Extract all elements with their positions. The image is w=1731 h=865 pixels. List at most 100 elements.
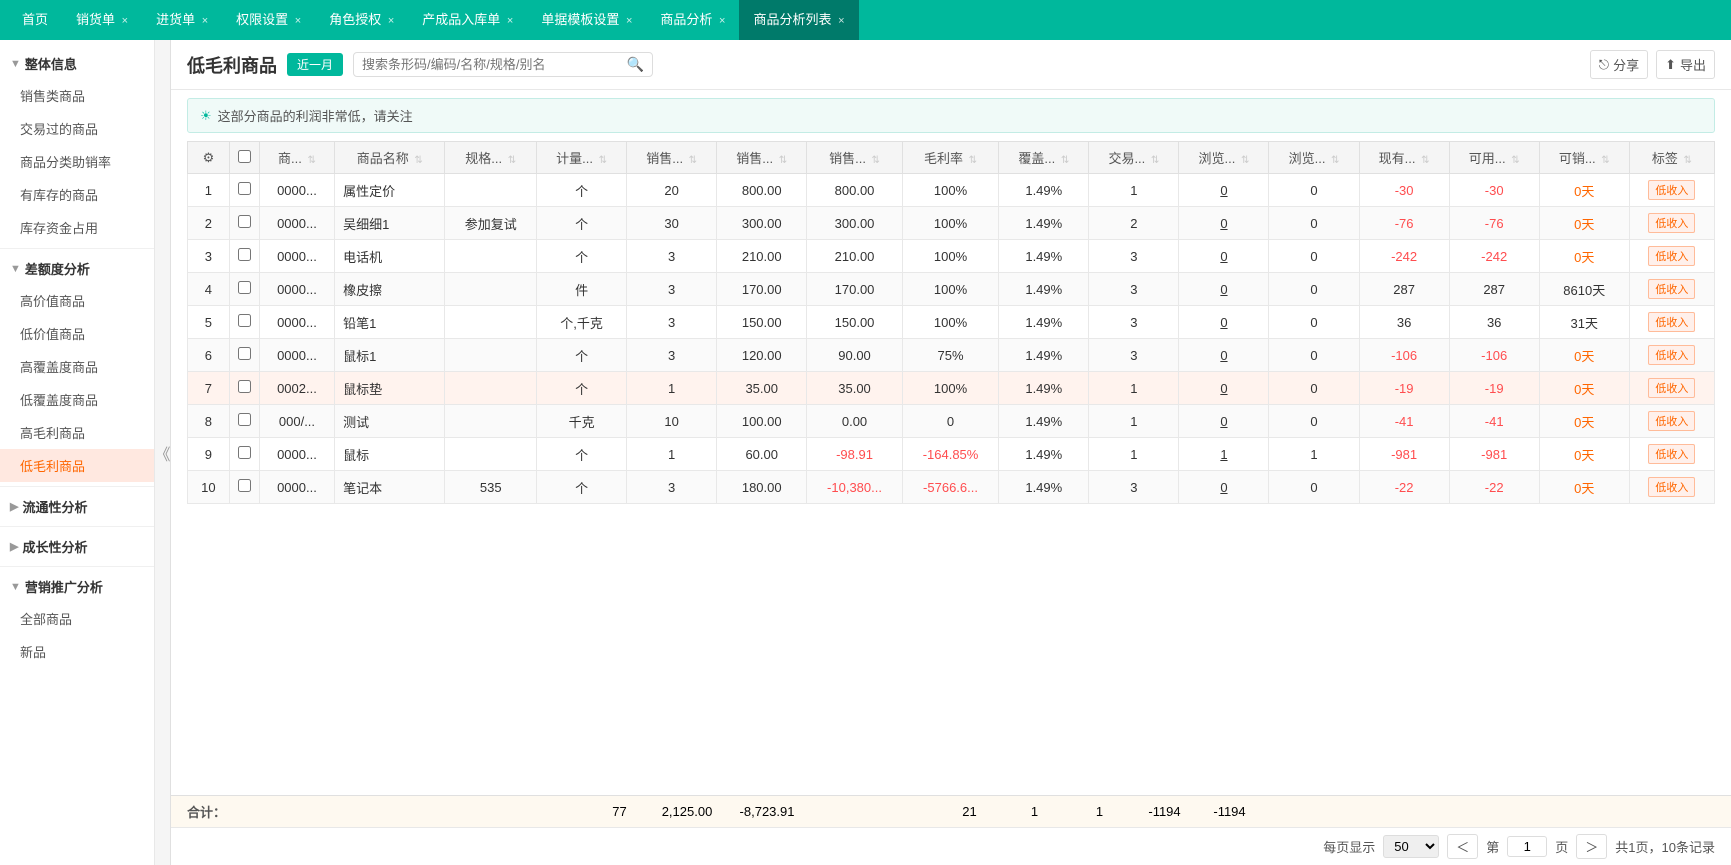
sidebar-item-sales-goods[interactable]: 销售类商品: [0, 79, 154, 112]
th-settings[interactable]: ⚙: [188, 142, 230, 174]
nav-purchase-order[interactable]: 进货单 ×: [142, 0, 222, 40]
th-sales-price[interactable]: 销售... ⇅: [717, 142, 807, 174]
sidebar-item-high-value[interactable]: 高价值商品: [0, 284, 154, 317]
nav-close-analysis[interactable]: ×: [719, 15, 725, 27]
row-checkbox[interactable]: [238, 380, 251, 393]
row-checkbox[interactable]: [238, 479, 251, 492]
nav-goods-analysis-list[interactable]: 商品分析列表 ×: [739, 0, 858, 40]
cell-checkbox[interactable]: [229, 306, 259, 339]
th-code[interactable]: 商... ⇅: [259, 142, 334, 174]
nav-role-auth[interactable]: 角色授权 ×: [315, 0, 408, 40]
sidebar-item-category-rate[interactable]: 商品分类助销率: [0, 145, 154, 178]
sidebar-item-low-value[interactable]: 低价值商品: [0, 317, 154, 350]
th-spec[interactable]: 规格... ⇅: [445, 142, 537, 174]
cell-checkbox[interactable]: [229, 471, 259, 504]
cell-checkbox[interactable]: [229, 207, 259, 240]
sidebar-item-new-goods[interactable]: 新品: [0, 635, 154, 668]
sidebar-group-margin[interactable]: ▼ 差额度分析: [0, 253, 154, 284]
nav-close-role[interactable]: ×: [388, 15, 394, 27]
cell-browse1[interactable]: 0: [1179, 306, 1269, 339]
th-checkbox[interactable]: [229, 142, 259, 174]
sidebar-item-all-goods[interactable]: 全部商品: [0, 602, 154, 635]
nav-goods-analysis[interactable]: 商品分析 ×: [646, 0, 739, 40]
row-checkbox[interactable]: [238, 215, 251, 228]
cell-checkbox[interactable]: [229, 405, 259, 438]
cell-browse1[interactable]: 0: [1179, 372, 1269, 405]
sidebar-item-low-margin[interactable]: 低毛利商品: [0, 449, 154, 482]
row-checkbox[interactable]: [238, 446, 251, 459]
sidebar-item-inventory-value[interactable]: 库存资金占用: [0, 211, 154, 244]
export-button[interactable]: ⬆ 导出: [1656, 50, 1715, 79]
cell-browse1[interactable]: 0: [1179, 273, 1269, 306]
cell-sales-qty: 3: [627, 339, 717, 372]
th-tag[interactable]: 标签 ⇅: [1629, 142, 1714, 174]
sidebar-group-overall-label: 整体信息: [25, 54, 77, 73]
cell-sellable: 0天: [1539, 240, 1629, 273]
sidebar-item-in-stock[interactable]: 有库存的商品: [0, 178, 154, 211]
th-gross-margin[interactable]: 毛利率 ⇅: [902, 142, 998, 174]
row-checkbox[interactable]: [238, 413, 251, 426]
th-sales-profit[interactable]: 销售... ⇅: [807, 142, 903, 174]
nav-close-purchase[interactable]: ×: [202, 15, 208, 27]
nav-close-product[interactable]: ×: [507, 15, 513, 27]
page-number-input[interactable]: [1507, 836, 1547, 857]
th-sales-qty[interactable]: 销售... ⇅: [627, 142, 717, 174]
search-input[interactable]: [362, 57, 627, 72]
cell-browse1[interactable]: 0: [1179, 174, 1269, 207]
th-available[interactable]: 可用... ⇅: [1449, 142, 1539, 174]
row-checkbox[interactable]: [238, 182, 251, 195]
cell-checkbox[interactable]: [229, 273, 259, 306]
sidebar-item-high-coverage[interactable]: 高覆盖度商品: [0, 350, 154, 383]
nav-home[interactable]: 首页: [8, 0, 62, 40]
th-current-stock[interactable]: 现有... ⇅: [1359, 142, 1449, 174]
cell-checkbox[interactable]: [229, 339, 259, 372]
select-all-checkbox[interactable]: [238, 150, 251, 163]
share-button[interactable]: ⎋ 分享: [1590, 50, 1648, 79]
nav-product-entry[interactable]: 产成品入库单 ×: [408, 0, 527, 40]
page-size-select[interactable]: 50 20 100: [1383, 835, 1439, 858]
cell-browse1[interactable]: 0: [1179, 405, 1269, 438]
th-browse2[interactable]: 浏览... ⇅: [1269, 142, 1359, 174]
th-name[interactable]: 商品名称 ⇅: [335, 142, 445, 174]
sidebar-item-low-coverage[interactable]: 低覆盖度商品: [0, 383, 154, 416]
sidebar-collapse-btn[interactable]: 《: [155, 40, 171, 865]
sidebar-item-traded-goods[interactable]: 交易过的商品: [0, 112, 154, 145]
data-table: ⚙ 商... ⇅ 商品名称 ⇅ 规格... ⇅ 计量... ⇅ 销售... ⇅ …: [187, 141, 1715, 504]
th-coverage[interactable]: 覆盖... ⇅: [999, 142, 1089, 174]
cell-browse1[interactable]: 0: [1179, 471, 1269, 504]
th-transaction[interactable]: 交易... ⇅: [1089, 142, 1179, 174]
nav-template[interactable]: 单据模板设置 ×: [527, 0, 646, 40]
sidebar-group-overall[interactable]: ▼ 整体信息: [0, 48, 154, 79]
sidebar-group-growth[interactable]: ▶ 成长性分析: [0, 531, 154, 562]
nav-permission[interactable]: 权限设置 ×: [222, 0, 315, 40]
nav-close-permission[interactable]: ×: [295, 15, 301, 27]
th-sellable[interactable]: 可销... ⇅: [1539, 142, 1629, 174]
prev-page-btn[interactable]: ＜: [1447, 834, 1478, 859]
main-content: 低毛利商品 近一月 🔍 ⎋ 分享 ⬆ 导出 ☀ 这部分商品的利润非常低，请关注: [171, 40, 1731, 865]
th-browse1[interactable]: 浏览... ⇅: [1179, 142, 1269, 174]
next-page-btn[interactable]: ＞: [1576, 834, 1607, 859]
cell-checkbox[interactable]: [229, 438, 259, 471]
sidebar-item-high-margin[interactable]: 高毛利商品: [0, 416, 154, 449]
cell-checkbox[interactable]: [229, 372, 259, 405]
row-checkbox[interactable]: [238, 347, 251, 360]
cell-browse1[interactable]: 0: [1179, 240, 1269, 273]
cell-checkbox[interactable]: [229, 174, 259, 207]
sidebar-group-marketing[interactable]: ▼ 营销推广分析: [0, 571, 154, 602]
nav-close-list[interactable]: ×: [838, 15, 844, 27]
sidebar-group-liquidity[interactable]: ▶ 流通性分析: [0, 491, 154, 522]
content-header: 低毛利商品 近一月 🔍 ⎋ 分享 ⬆ 导出: [171, 40, 1731, 90]
nav-close-template[interactable]: ×: [626, 15, 632, 27]
cell-checkbox[interactable]: [229, 240, 259, 273]
row-checkbox[interactable]: [238, 248, 251, 261]
nav-close-sales[interactable]: ×: [122, 15, 128, 27]
cell-browse1[interactable]: 1: [1179, 438, 1269, 471]
cell-row-num: 4: [188, 273, 230, 306]
row-checkbox[interactable]: [238, 281, 251, 294]
nav-sales-order[interactable]: 销货单 ×: [62, 0, 142, 40]
cell-browse1[interactable]: 0: [1179, 207, 1269, 240]
cell-browse1[interactable]: 0: [1179, 339, 1269, 372]
th-unit[interactable]: 计量... ⇅: [537, 142, 627, 174]
filter-recent-btn[interactable]: 近一月: [287, 53, 343, 76]
row-checkbox[interactable]: [238, 314, 251, 327]
